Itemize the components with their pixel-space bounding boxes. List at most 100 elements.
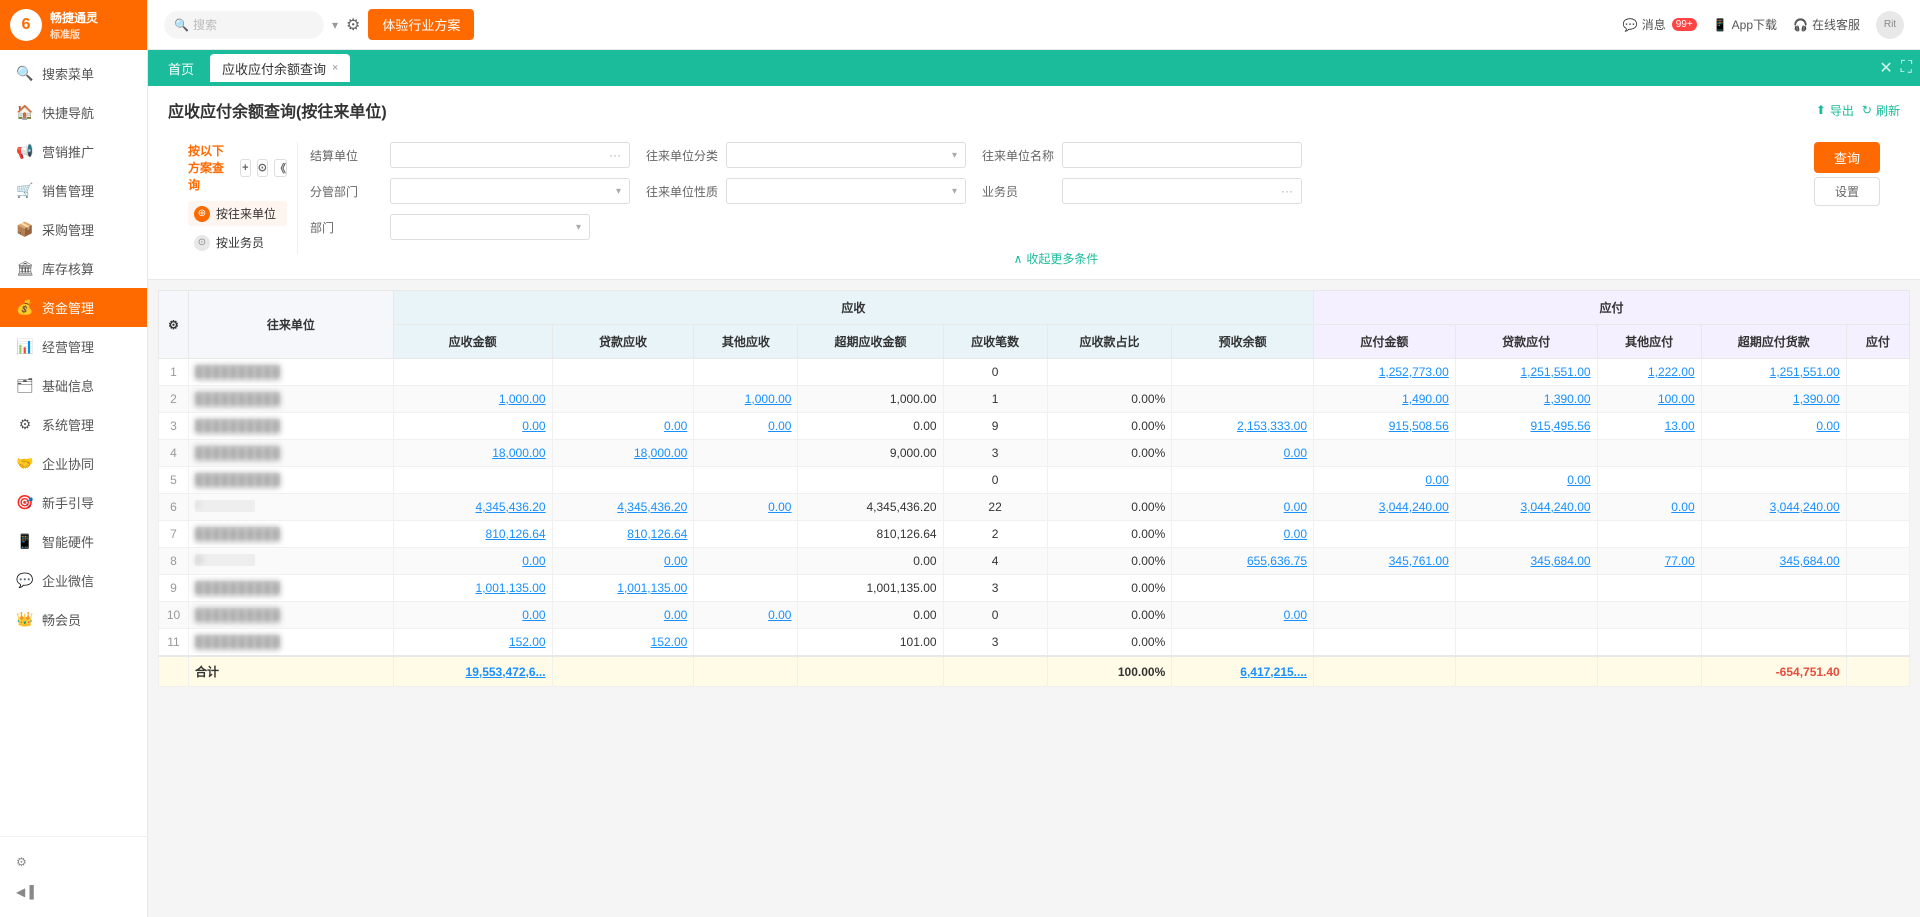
- table-cell[interactable]: 1,000.00: [694, 386, 798, 413]
- table-cell[interactable]: 0.00: [393, 548, 552, 575]
- partner-name-input[interactable]: [1062, 142, 1302, 168]
- sidebar-item-finance[interactable]: 💰 资金管理: [0, 288, 147, 327]
- topbar-dropdown-arrow[interactable]: ▾: [332, 18, 338, 32]
- table-cell[interactable]: 77.00: [1597, 548, 1701, 575]
- query-button[interactable]: 查询: [1814, 142, 1880, 173]
- table-cell[interactable]: 100.00: [1597, 386, 1701, 413]
- total-ar-prepay[interactable]: 6,417,215....: [1172, 656, 1314, 687]
- table-cell[interactable]: 0.00: [1172, 521, 1314, 548]
- table-cell[interactable]: 0.00: [1172, 602, 1314, 629]
- table-cell[interactable]: 1,490.00: [1314, 386, 1456, 413]
- sidebar-item-vip[interactable]: 👑 畅会员: [0, 600, 147, 639]
- sidebar-item-inventory[interactable]: 🏛 库存核算: [0, 249, 147, 288]
- collapse-more-btn[interactable]: ∧ 收起更多条件: [310, 250, 1802, 267]
- table-cell[interactable]: 1,001,135.00: [552, 575, 694, 602]
- table-cell[interactable]: 810,126.64: [393, 521, 552, 548]
- table-cell[interactable]: 1,390.00: [1701, 386, 1846, 413]
- edit-scheme-icon[interactable]: ⊙: [257, 159, 268, 177]
- settings-button[interactable]: 设置: [1814, 177, 1880, 206]
- table-cell[interactable]: 3,044,240.00: [1314, 494, 1456, 521]
- table-cell[interactable]: 0.00: [393, 602, 552, 629]
- table-cell[interactable]: 1,252,773.00: [1314, 359, 1456, 386]
- table-cell[interactable]: 4,345,436.20: [393, 494, 552, 521]
- table-cell[interactable]: 1,251,551.00: [1455, 359, 1597, 386]
- tab-home[interactable]: 首页: [156, 54, 206, 82]
- table-cell[interactable]: 1,222.00: [1597, 359, 1701, 386]
- refresh-button[interactable]: ↻ 刷新: [1862, 102, 1900, 119]
- tab-close-window-icon[interactable]: ✕: [1879, 58, 1892, 78]
- salesperson-input[interactable]: ···: [1062, 178, 1302, 204]
- partner-nature-select[interactable]: ▾: [726, 178, 966, 204]
- table-cell[interactable]: 1,251,551.00: [1701, 359, 1846, 386]
- sidebar-item-purchase[interactable]: 📦 采购管理: [0, 210, 147, 249]
- table-cell[interactable]: 2,153,333.00: [1172, 413, 1314, 440]
- sidebar-item-sales[interactable]: 🛒 销售管理: [0, 171, 147, 210]
- sidebar-item-hardware[interactable]: 📱 智能硬件: [0, 522, 147, 561]
- table-cell[interactable]: 345,761.00: [1314, 548, 1456, 575]
- table-cell[interactable]: 0.00: [393, 413, 552, 440]
- table-cell[interactable]: 3,044,240.00: [1701, 494, 1846, 521]
- scheme-item-partner[interactable]: ⊕ 按往来单位: [188, 201, 287, 226]
- sidebar-item-wechat[interactable]: 💬 企业微信: [0, 561, 147, 600]
- table-cell[interactable]: 3,044,240.00: [1455, 494, 1597, 521]
- tab-maximize-icon[interactable]: ⛶: [1901, 59, 1912, 77]
- table-cell[interactable]: 0.00: [1597, 494, 1701, 521]
- add-scheme-icon[interactable]: +: [240, 159, 251, 177]
- topbar-messages[interactable]: 💬 消息 99+: [1623, 16, 1697, 33]
- user-menu[interactable]: Rit: [1876, 11, 1904, 39]
- table-cell[interactable]: 915,495.56: [1455, 413, 1597, 440]
- sidebar-item-system[interactable]: ⚙ 系统管理: [0, 405, 147, 444]
- table-cell[interactable]: 0.00: [552, 413, 694, 440]
- sidebar-item-marketing[interactable]: 📢 营销推广: [0, 132, 147, 171]
- table-cell[interactable]: 4,345,436.20: [552, 494, 694, 521]
- sidebar-collapse-btn[interactable]: ◀▐: [0, 877, 147, 907]
- table-cell[interactable]: 810,126.64: [552, 521, 694, 548]
- sidebar-item-basics[interactable]: 🗂 基础信息: [0, 366, 147, 405]
- topbar-settings-icon[interactable]: ⚙: [346, 15, 360, 35]
- table-cell[interactable]: 0.00: [1172, 440, 1314, 467]
- table-cell[interactable]: 0.00: [694, 494, 798, 521]
- table-cell[interactable]: 0.00: [1314, 467, 1456, 494]
- table-cell[interactable]: 18,000.00: [393, 440, 552, 467]
- sidebar-item-search[interactable]: 🔍 搜索菜单: [0, 54, 147, 93]
- sidebar-item-guide[interactable]: 🎯 新手引导: [0, 483, 147, 522]
- table-cell[interactable]: 345,684.00: [1455, 548, 1597, 575]
- table-settings-header[interactable]: ⚙: [159, 291, 189, 359]
- table-cell[interactable]: 0.00: [552, 548, 694, 575]
- export-button[interactable]: ⬆ 导出: [1816, 102, 1854, 119]
- table-cell[interactable]: 152.00: [552, 629, 694, 657]
- table-cell[interactable]: 655,636.75: [1172, 548, 1314, 575]
- table-cell[interactable]: 1,001,135.00: [393, 575, 552, 602]
- tab-close-icon[interactable]: ×: [332, 62, 338, 74]
- scheme-item-salesperson[interactable]: ⊙ 按业务员: [188, 230, 287, 255]
- table-settings-icon[interactable]: ⚙: [168, 318, 179, 332]
- table-cell[interactable]: 0.00: [1701, 413, 1846, 440]
- dept-manager-select[interactable]: ▾: [390, 178, 630, 204]
- topbar-search-box[interactable]: 🔍 搜索: [164, 11, 324, 39]
- table-cell[interactable]: 1,000.00: [393, 386, 552, 413]
- partner-category-select[interactable]: ▾: [726, 142, 966, 168]
- table-cell[interactable]: 0.00: [1172, 494, 1314, 521]
- table-cell[interactable]: 18,000.00: [552, 440, 694, 467]
- table-cell[interactable]: 13.00: [1597, 413, 1701, 440]
- settlement-unit-input[interactable]: ···: [390, 142, 630, 168]
- table-cell[interactable]: 1,390.00: [1455, 386, 1597, 413]
- topbar-app-download[interactable]: 📱 App下载: [1713, 16, 1777, 33]
- sidebar-settings-btn[interactable]: ⚙: [0, 847, 147, 877]
- collapse-scheme-icon[interactable]: 《: [274, 159, 287, 177]
- table-cell[interactable]: 0.00: [694, 413, 798, 440]
- table-cell[interactable]: 915,508.56: [1314, 413, 1456, 440]
- sidebar-item-quicknav[interactable]: 🏠 快捷导航: [0, 93, 147, 132]
- table-cell[interactable]: 152.00: [393, 629, 552, 657]
- sidebar-item-operations[interactable]: 📊 经营管理: [0, 327, 147, 366]
- topbar-service[interactable]: 🎧 在线客服: [1793, 16, 1860, 33]
- solution-button[interactable]: 体验行业方案: [368, 9, 474, 40]
- table-cell[interactable]: 0.00: [694, 602, 798, 629]
- tab-arbalance[interactable]: 应收应付余额查询 ×: [210, 54, 350, 82]
- table-cell[interactable]: 345,684.00: [1701, 548, 1846, 575]
- sidebar-item-collab[interactable]: 🤝 企业协同: [0, 444, 147, 483]
- total-ar-amount[interactable]: 19,553,472,6...: [393, 656, 552, 687]
- dept-select[interactable]: ▾: [390, 214, 590, 240]
- table-cell[interactable]: 0.00: [1455, 467, 1597, 494]
- table-cell[interactable]: 0.00: [552, 602, 694, 629]
